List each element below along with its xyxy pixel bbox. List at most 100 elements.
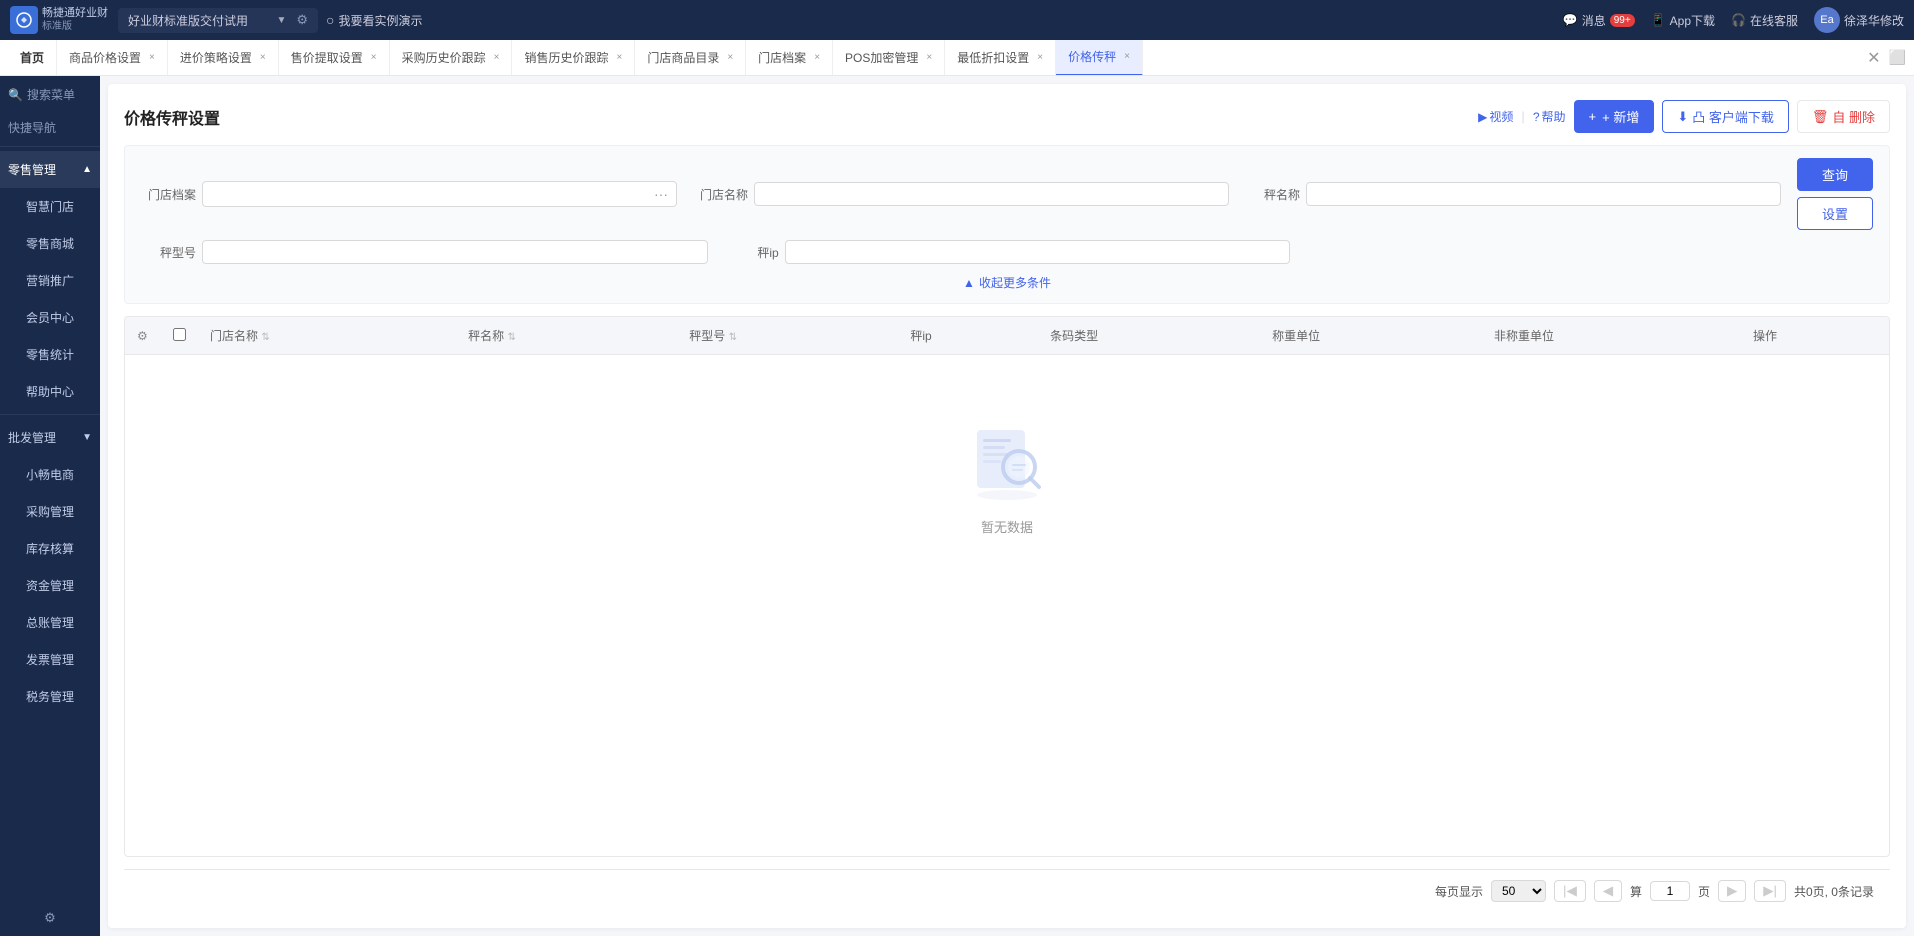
tab-pos-close[interactable]: × — [926, 52, 932, 63]
settings-filter-button[interactable]: 设置 — [1797, 197, 1873, 230]
tab-sales-history-close[interactable]: × — [616, 52, 622, 63]
search-button[interactable]: 查询 — [1797, 158, 1873, 191]
select-all-checkbox[interactable] — [173, 328, 186, 341]
app-download-btn[interactable]: 📱 App下载 — [1651, 12, 1715, 29]
sidebar-item-purchase[interactable]: 采购管理 — [0, 493, 100, 530]
empty-state-row: 暂无数据 — [125, 355, 1889, 597]
tab-home[interactable]: 首页 — [8, 40, 57, 76]
sidebar-divider-1 — [0, 146, 100, 147]
scale-model-input-wrap[interactable] — [202, 240, 708, 264]
sidebar-item-ledger[interactable]: 总账管理 — [0, 604, 100, 641]
store-archive-input[interactable] — [211, 187, 650, 201]
scale-ip-input[interactable] — [794, 245, 1282, 259]
tab-purchase-strategy[interactable]: 进价策略设置 × — [168, 40, 279, 76]
sidebar-item-retail-label: 零售管理 — [8, 161, 56, 178]
first-page-btn[interactable]: |◀ — [1554, 880, 1586, 902]
th-settings: ⚙ — [125, 317, 161, 355]
tab-goods-price[interactable]: 商品价格设置 × — [57, 40, 168, 76]
page-actions: ▶ 视频 | ? 帮助 + + 新增 ⬇ 凸 客户端下载 — [1478, 100, 1890, 133]
sidebar-item-inventory[interactable]: 库存核算 — [0, 530, 100, 567]
sidebar-item-marketing[interactable]: 营销推广 — [0, 262, 100, 299]
maximize-window-btn[interactable]: ⬜ — [1889, 49, 1906, 66]
tab-pos[interactable]: POS加密管理 × — [833, 40, 945, 76]
add-button[interactable]: + + 新增 — [1574, 100, 1655, 133]
sidebar-item-finance[interactable]: 资金管理 — [0, 567, 100, 604]
user-name: 徐泽华修改 — [1844, 12, 1904, 29]
prev-page-btn[interactable]: ◀ — [1594, 880, 1622, 902]
sidebar-item-help[interactable]: 帮助中心 — [0, 373, 100, 410]
store-name-input[interactable] — [763, 187, 1220, 201]
tab-purchase-history-close[interactable]: × — [494, 52, 500, 63]
page-jump-label: 算 — [1630, 883, 1642, 900]
sidebar-item-retail-mall[interactable]: 零售商城 — [0, 225, 100, 262]
video-link[interactable]: ▶ 视频 — [1478, 108, 1513, 125]
tab-sale-price[interactable]: 售价提取设置 × — [279, 40, 390, 76]
collapse-btn[interactable]: ▲ 收起更多条件 — [141, 274, 1873, 291]
scale-model-input[interactable] — [211, 245, 699, 259]
scale-name-input-wrap[interactable] — [1306, 182, 1781, 206]
sidebar-search[interactable]: 🔍 搜索菜单 — [0, 76, 100, 113]
table-gear-icon[interactable]: ⚙ — [137, 329, 148, 343]
tab-min-discount[interactable]: 最低折扣设置 × — [945, 40, 1056, 76]
sidebar-item-retail[interactable]: 零售管理 ▲ — [0, 151, 100, 188]
close-window-btn[interactable]: ✕ — [1867, 48, 1880, 68]
tab-store-archive[interactable]: 门店档案 × — [746, 40, 833, 76]
sidebar-item-retail-stats-label: 零售统计 — [26, 346, 74, 363]
online-service-btn[interactable]: 🎧 在线客服 — [1731, 12, 1798, 29]
plan-selector[interactable]: 好业财标准版交付试用 ▼ ⚙ — [118, 8, 318, 33]
store-archive-input-wrap[interactable]: ··· — [202, 181, 677, 207]
demo-icon: ○ — [326, 12, 334, 28]
more-options-icon[interactable]: ··· — [654, 186, 668, 202]
settings-icon[interactable]: ⚙ — [296, 12, 308, 28]
delete-button[interactable]: 🗑 自 删除 — [1797, 100, 1890, 133]
avatar-initials: Ea — [1820, 14, 1833, 26]
sidebar-item-smart-store[interactable]: 智慧门店 — [0, 188, 100, 225]
message-btn[interactable]: 💬 消息 99+ — [1563, 12, 1635, 29]
sidebar-item-tax[interactable]: 税务管理 — [0, 678, 100, 715]
tab-store-catalog-close[interactable]: × — [727, 52, 733, 63]
tab-purchase-history[interactable]: 采购历史价跟踪 × — [390, 40, 513, 76]
tab-store-catalog[interactable]: 门店商品目录 × — [635, 40, 746, 76]
help-link[interactable]: ? 帮助 — [1533, 108, 1566, 125]
tab-purchase-strategy-close[interactable]: × — [260, 52, 266, 63]
help-icon: ? — [1533, 110, 1540, 124]
download-button[interactable]: ⬇ 凸 客户端下载 — [1662, 100, 1789, 133]
last-page-btn[interactable]: ▶| — [1754, 880, 1786, 902]
sidebar-item-marketing-label: 营销推广 — [26, 272, 74, 289]
sidebar-item-retail-stats[interactable]: 零售统计 — [0, 336, 100, 373]
scale-ip-input-wrap[interactable] — [785, 240, 1291, 264]
message-icon: 💬 — [1563, 13, 1578, 27]
sort-icon-3[interactable]: ⇅ — [729, 332, 737, 343]
page-input[interactable] — [1650, 881, 1690, 901]
user-menu[interactable]: Ea 徐泽华修改 — [1814, 7, 1904, 33]
tab-min-discount-close[interactable]: × — [1037, 52, 1043, 63]
tab-sale-price-close[interactable]: × — [371, 52, 377, 63]
sidebar-item-member[interactable]: 会员中心 — [0, 299, 100, 336]
store-name-input-wrap[interactable] — [754, 182, 1229, 206]
th-checkbox — [161, 317, 198, 355]
sidebar-gear-btn[interactable]: ⚙ — [0, 900, 100, 936]
sort-icon[interactable]: ⇅ — [261, 332, 269, 343]
sidebar-item-ecommerce-label: 小畅电商 — [26, 466, 74, 483]
sidebar-item-ledger-label: 总账管理 — [26, 614, 74, 631]
page-size-select[interactable]: 50 10 20 100 — [1491, 880, 1546, 902]
scale-name-input[interactable] — [1315, 187, 1772, 201]
tab-store-archive-close[interactable]: × — [814, 52, 820, 63]
next-page-btn[interactable]: ▶ — [1718, 880, 1746, 902]
tab-price-scale[interactable]: 价格传秤 × — [1056, 40, 1143, 76]
sort-icon-2[interactable]: ⇅ — [507, 332, 515, 343]
th-weight-unit: 称重单位 — [1260, 317, 1482, 355]
sidebar-item-ecommerce[interactable]: 小畅电商 — [0, 456, 100, 493]
tab-price-scale-close[interactable]: × — [1124, 51, 1130, 62]
sidebar-item-wholesale[interactable]: 批发管理 ▼ — [0, 419, 100, 456]
empty-text: 暂无数据 — [981, 517, 1033, 536]
tab-goods-price-close[interactable]: × — [149, 52, 155, 63]
filter-scale-name: 秤名称 — [1245, 182, 1781, 206]
content-area: 价格传秤设置 ▶ 视频 | ? 帮助 + + 新增 — [100, 76, 1914, 936]
demo-link[interactable]: ○ 我要看实例演示 — [326, 12, 422, 29]
tab-sales-history[interactable]: 销售历史价跟踪 × — [512, 40, 635, 76]
filter-row-1: 门店档案 ··· 门店名称 秤名称 — [141, 158, 1873, 230]
sidebar-item-invoice[interactable]: 发票管理 — [0, 641, 100, 678]
sidebar-quick-nav[interactable]: 快捷导航 — [0, 113, 100, 142]
empty-illustration — [957, 415, 1057, 505]
